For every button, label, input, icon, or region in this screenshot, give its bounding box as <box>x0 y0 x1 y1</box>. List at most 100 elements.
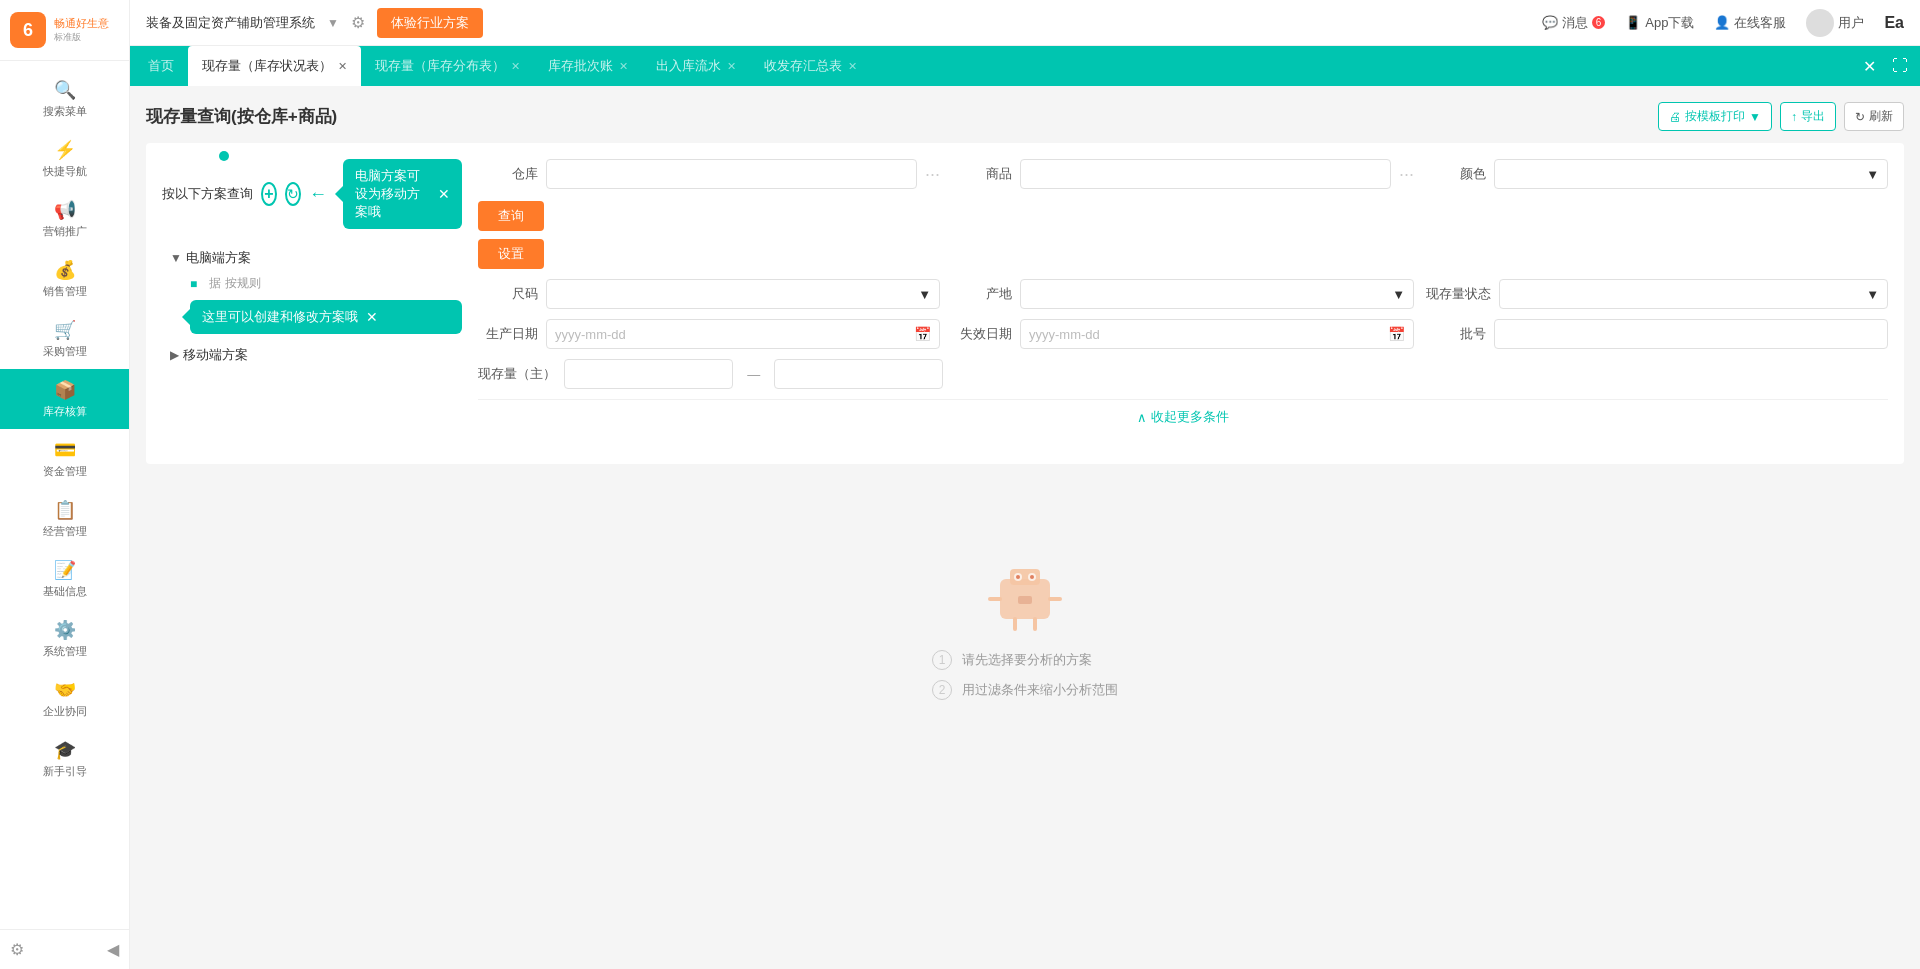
tooltip-scheme-close[interactable]: ✕ <box>438 186 450 202</box>
export-button[interactable]: ↑ 导出 <box>1780 102 1836 131</box>
message-label: 消息 <box>1562 14 1588 32</box>
sidebar-item-marketing[interactable]: 📢 营销推广 <box>0 189 129 249</box>
batch-input[interactable] <box>1494 319 1888 349</box>
header: 装备及固定资产辅助管理系统 ▼ ⚙ 体验行业方案 💬 消息 6 📱 App下载 … <box>130 0 1920 46</box>
origin-input[interactable]: ▼ <box>1020 279 1414 309</box>
message-action[interactable]: 💬 消息 6 <box>1542 14 1606 32</box>
tab-inventory-dist-close[interactable]: ✕ <box>511 60 520 73</box>
origin-label: 产地 <box>952 285 1012 303</box>
sidebar-item-purchase[interactable]: 🛒 采购管理 <box>0 309 129 369</box>
enterprise-icon: 🤝 <box>54 679 76 701</box>
expire-date-label: 失效日期 <box>952 325 1012 343</box>
sidebar-item-operations[interactable]: 📋 经营管理 <box>0 489 129 549</box>
sidebar-item-enterprise[interactable]: 🤝 企业协同 <box>0 669 129 729</box>
batch-field: 批号 <box>1426 319 1888 349</box>
tooltip-create-close[interactable]: ✕ <box>366 309 378 325</box>
tab-inventory-status[interactable]: 现存量（库存状况表） ✕ <box>188 46 361 86</box>
sidebar-label-system: 系统管理 <box>43 644 87 659</box>
tab-batch-account[interactable]: 库存批次账 ✕ <box>534 46 642 86</box>
trial-button[interactable]: 体验行业方案 <box>377 8 483 38</box>
guide-icon: 🎓 <box>54 739 76 761</box>
sidebar-item-quick[interactable]: ⚡ 快捷导航 <box>0 129 129 189</box>
stock-main-from-input[interactable] <box>564 359 733 389</box>
product-input[interactable] <box>1020 159 1391 189</box>
search-icon: 🔍 <box>54 79 76 101</box>
stock-main-to-input[interactable] <box>774 359 943 389</box>
sidebar-label-marketing: 营销推广 <box>43 224 87 239</box>
online-service-action[interactable]: 👤 在线客服 <box>1714 14 1786 32</box>
sidebar-label-quick: 快捷导航 <box>43 164 87 179</box>
origin-field: 产地 ▼ <box>952 279 1414 309</box>
sidebar-item-system[interactable]: ⚙️ 系统管理 <box>0 609 129 669</box>
tabs-bar: 首页 现存量（库存状况表） ✕ 现存量（库存分布表） ✕ 库存批次账 ✕ 出入库… <box>130 46 1920 86</box>
sidebar-item-finance[interactable]: 💳 资金管理 <box>0 429 129 489</box>
add-scheme-button[interactable]: + <box>261 182 277 206</box>
online-service-icon: 👤 <box>1714 15 1730 30</box>
mobile-expand-arrow-icon: ▶ <box>170 348 179 362</box>
color-input[interactable]: ▼ <box>1494 159 1888 189</box>
step-1-text: 请先选择要分析的方案 <box>962 651 1092 669</box>
scheme-tooltip: 电脑方案可设为移动方案哦 ✕ <box>343 159 462 229</box>
empty-state: 1 请先选择要分析的方案 2 用过滤条件来缩小分析范围 <box>146 464 1904 780</box>
template-print-button[interactable]: 🖨 按模板打印 ▼ <box>1658 102 1772 131</box>
back-arrow-button[interactable]: ← <box>309 184 327 205</box>
product-dots[interactable]: ··· <box>1399 164 1414 185</box>
system-icon: ⚙️ <box>54 619 76 641</box>
sidebar-label-basic: 基础信息 <box>43 584 87 599</box>
operations-icon: 📋 <box>54 499 76 521</box>
tab-in-out-flow-close[interactable]: ✕ <box>727 60 736 73</box>
tooltip-scheme-text: 电脑方案可设为移动方案哦 <box>355 167 430 221</box>
scheme-node-active[interactable]: ■ 据 按规则 <box>182 271 462 296</box>
sidebar-label-inventory: 库存核算 <box>43 404 87 419</box>
tab-inventory-dist[interactable]: 现存量（库存分布表） ✕ <box>361 46 534 86</box>
tab-receive-summary-close[interactable]: ✕ <box>848 60 857 73</box>
warehouse-dots[interactable]: ··· <box>925 164 940 185</box>
product-field: 商品 ··· <box>952 159 1414 189</box>
user-avatar <box>1806 9 1834 37</box>
user-action[interactable]: 用户 <box>1806 9 1864 37</box>
sidebar-item-guide[interactable]: 🎓 新手引导 <box>0 729 129 789</box>
sidebar-item-sales[interactable]: 💰 销售管理 <box>0 249 129 309</box>
product-label: 商品 <box>952 165 1012 183</box>
reset-button[interactable]: 设置 <box>478 239 544 269</box>
refresh-button[interactable]: ↻ 刷新 <box>1844 102 1904 131</box>
sidebar-item-inventory[interactable]: 📦 库存核算 <box>0 369 129 429</box>
message-badge: 6 <box>1592 16 1606 29</box>
expire-date-calendar-icon: 📅 <box>1388 326 1405 342</box>
step-2-number: 2 <box>932 680 952 700</box>
sidebar-item-basic[interactable]: 📝 基础信息 <box>0 549 129 609</box>
header-gear-icon[interactable]: ⚙ <box>351 13 365 32</box>
prod-date-input[interactable]: yyyy-mm-dd 📅 <box>546 319 940 349</box>
refresh-scheme-button[interactable]: ↻ <box>285 182 301 206</box>
tab-inventory-status-close[interactable]: ✕ <box>338 60 347 73</box>
empty-step-1: 1 请先选择要分析的方案 <box>932 650 1118 670</box>
sidebar-label-purchase: 采购管理 <box>43 344 87 359</box>
tab-in-out-flow[interactable]: 出入库流水 ✕ <box>642 46 750 86</box>
sidebar-item-search[interactable]: 🔍 搜索菜单 <box>0 69 129 129</box>
collapse-sidebar-icon[interactable]: ◀ <box>107 940 119 959</box>
app-download-action[interactable]: 📱 App下载 <box>1625 14 1694 32</box>
size-label: 尺码 <box>478 285 538 303</box>
scheme-tree: ▼ 电脑端方案 ■ 据 按规则 这里可以创建和修改方案哦 ✕ <box>162 241 462 372</box>
tab-home[interactable]: 首页 <box>134 46 188 86</box>
message-icon: 💬 <box>1542 15 1558 30</box>
tab-batch-account-close[interactable]: ✕ <box>619 60 628 73</box>
warehouse-input[interactable] <box>546 159 917 189</box>
close-all-tabs-icon[interactable]: ✕ <box>1855 53 1884 80</box>
search-button[interactable]: 查询 <box>478 201 544 231</box>
prod-date-field: 生产日期 yyyy-mm-dd 📅 <box>478 319 940 349</box>
stock-status-field: 现存量状态 ▼ <box>1426 279 1888 309</box>
maximize-icon[interactable]: ⛶ <box>1884 53 1916 79</box>
expire-date-input[interactable]: yyyy-mm-dd 📅 <box>1020 319 1414 349</box>
export-icon: ↑ <box>1791 110 1797 124</box>
refresh-icon: ↻ <box>1855 110 1865 124</box>
prod-date-label: 生产日期 <box>478 325 538 343</box>
marketing-icon: 📢 <box>54 199 76 221</box>
stock-status-input[interactable]: ▼ <box>1499 279 1888 309</box>
system-dropdown-icon[interactable]: ▼ <box>327 16 339 30</box>
tab-receive-summary[interactable]: 收发存汇总表 ✕ <box>750 46 871 86</box>
size-input[interactable]: ▼ <box>546 279 940 309</box>
collapse-button[interactable]: ∧ 收起更多条件 <box>1137 408 1229 426</box>
app-name: 畅通好生意 <box>54 16 109 30</box>
settings-icon[interactable]: ⚙ <box>10 940 24 959</box>
